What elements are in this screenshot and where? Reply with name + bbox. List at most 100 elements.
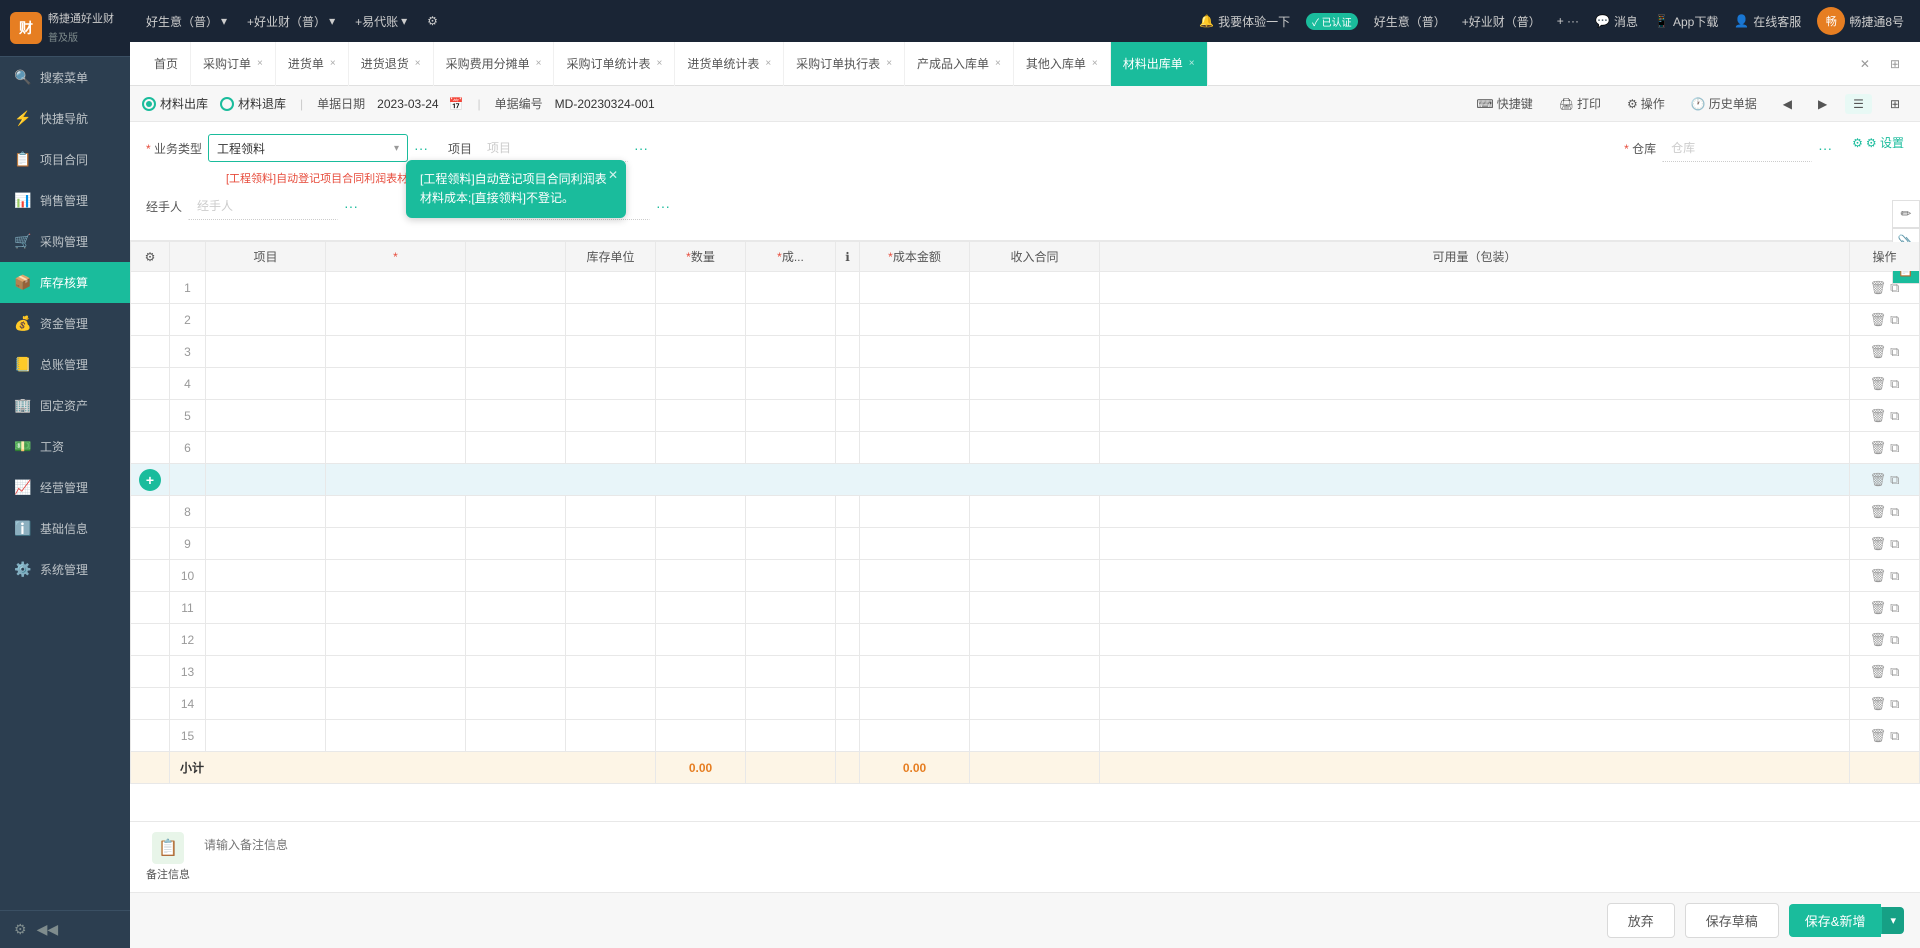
cell-project[interactable]	[206, 592, 326, 624]
header-nav-settings[interactable]: ⚙	[427, 14, 438, 28]
view-btn-grid[interactable]: ⊞	[1882, 94, 1908, 114]
cell-project[interactable]	[206, 496, 326, 528]
cell-cost-amount[interactable]	[860, 720, 970, 752]
cell-cost[interactable]	[746, 656, 836, 688]
cell-income-contract[interactable]	[970, 400, 1100, 432]
delete-row-icon[interactable]: 🗑	[1870, 536, 1887, 552]
header-online-service[interactable]: 👤 在线客服	[1734, 13, 1801, 30]
tab-goods-return[interactable]: 进货退货 ×	[349, 42, 434, 86]
cell-material[interactable]	[326, 496, 466, 528]
cell-income-contract[interactable]	[970, 496, 1100, 528]
cell-qty[interactable]	[656, 720, 746, 752]
cell-cost[interactable]	[746, 272, 836, 304]
sidebar-item-sales[interactable]: 📊 销售管理	[0, 180, 130, 221]
cell-wunit[interactable]	[566, 624, 656, 656]
tab-goods-receipt[interactable]: 进货单 ×	[276, 42, 349, 86]
warehouse-input[interactable]: 仓库	[1662, 134, 1812, 162]
delete-row-icon[interactable]: 🗑	[1870, 568, 1887, 584]
cell-cost-amount[interactable]	[860, 400, 970, 432]
header-nav-haoshengyi[interactable]: 好生意（普） ▾	[146, 13, 227, 30]
copy-row-icon[interactable]: ⧉	[1890, 376, 1899, 392]
tab-purchase-exec[interactable]: 采购订单执行表 ×	[784, 42, 905, 86]
cell-material[interactable]	[326, 400, 466, 432]
settings-button[interactable]: ⚙ ⚙ 设置	[1852, 134, 1904, 151]
copy-row-icon[interactable]: ⧉	[1890, 536, 1899, 552]
sidebar-item-system[interactable]: ⚙️ 系统管理	[0, 549, 130, 590]
cell-wunit[interactable]	[566, 304, 656, 336]
cell-cost[interactable]	[746, 560, 836, 592]
header-message[interactable]: 💬 消息	[1595, 13, 1638, 30]
cell-material[interactable]	[326, 528, 466, 560]
cell-wunit[interactable]	[566, 272, 656, 304]
sidebar-item-project[interactable]: 📋 项目合同	[0, 139, 130, 180]
header-user[interactable]: 畅 畅捷通8号	[1817, 7, 1904, 35]
copy-row-icon[interactable]: ⧉	[1890, 696, 1899, 712]
header-nav-haoyecai[interactable]: +好业财（普） ▾	[247, 13, 335, 30]
cell-cost-amount[interactable]	[860, 304, 970, 336]
cell-project[interactable]	[206, 528, 326, 560]
cell-qty[interactable]	[656, 560, 746, 592]
delete-row-icon[interactable]: 🗑	[1870, 440, 1887, 456]
operations-btn[interactable]: ⚙ 操作	[1619, 92, 1673, 115]
copy-row-icon[interactable]: ⧉	[1890, 472, 1899, 488]
cell-material[interactable]	[326, 560, 466, 592]
radio-return[interactable]: 材料退库	[220, 95, 286, 112]
cell-material[interactable]	[326, 688, 466, 720]
cell-qty[interactable]	[656, 688, 746, 720]
copy-row-icon[interactable]: ⧉	[1890, 728, 1899, 744]
cell-spec[interactable]	[466, 560, 566, 592]
biz-type-select[interactable]: 工程领料 ▾	[208, 134, 408, 162]
tab-material-issue[interactable]: 材料出库单 ×	[1111, 42, 1208, 86]
cell-income-contract[interactable]	[970, 688, 1100, 720]
handler-input[interactable]: 经手人	[188, 192, 338, 220]
cell-qty[interactable]	[656, 304, 746, 336]
cell-spec[interactable]	[466, 528, 566, 560]
cell-cost[interactable]	[746, 400, 836, 432]
copy-row-icon[interactable]: ⧉	[1890, 632, 1899, 648]
cell-material[interactable]	[326, 624, 466, 656]
copy-row-icon[interactable]: ⧉	[1890, 344, 1899, 360]
cell-spec[interactable]	[466, 432, 566, 464]
nav-prev-btn[interactable]: ◀	[1775, 94, 1800, 114]
cell-material[interactable]	[326, 336, 466, 368]
cell-wunit[interactable]	[566, 720, 656, 752]
copy-row-icon[interactable]: ⧉	[1890, 600, 1899, 616]
cell-income-contract[interactable]	[970, 560, 1100, 592]
delete-row-icon[interactable]: 🗑	[1870, 696, 1887, 712]
cell-spec[interactable]	[466, 688, 566, 720]
cell-cost-amount[interactable]	[860, 432, 970, 464]
cell-cost-amount[interactable]	[860, 528, 970, 560]
cell-income-contract[interactable]	[970, 304, 1100, 336]
tab-finished-goods[interactable]: 产成品入库单 ×	[905, 42, 1014, 86]
copy-row-icon[interactable]: ⧉	[1890, 504, 1899, 520]
settings-footer-icon[interactable]: ⚙	[14, 921, 27, 938]
cell-income-contract[interactable]	[970, 656, 1100, 688]
shortcut-btn[interactable]: ⌨ 快捷键	[1468, 92, 1540, 115]
nav-next-btn[interactable]: ▶	[1810, 94, 1835, 114]
cell-cost[interactable]	[746, 496, 836, 528]
copy-row-icon[interactable]: ⧉	[1890, 408, 1899, 424]
cell-wunit[interactable]	[566, 496, 656, 528]
header-experience[interactable]: 🔔 我要体验一下	[1199, 13, 1290, 30]
cell-wunit[interactable]	[566, 400, 656, 432]
tab-close-icon[interactable]: ×	[415, 58, 421, 69]
delete-row-icon[interactable]: 🗑	[1870, 632, 1887, 648]
notes-input[interactable]	[200, 832, 1904, 868]
header-more[interactable]: + ···	[1557, 14, 1579, 28]
tab-home[interactable]: 首页	[142, 42, 191, 86]
cell-project[interactable]	[206, 720, 326, 752]
cell-cost-amount[interactable]	[860, 272, 970, 304]
cell-spec[interactable]	[466, 400, 566, 432]
income-contract-more-icon[interactable]: ···	[656, 198, 670, 214]
cell-spec[interactable]	[466, 304, 566, 336]
save-new-button[interactable]: 保存&新增	[1789, 904, 1882, 937]
cell-project-active[interactable]	[206, 464, 326, 496]
cell-project[interactable]	[206, 336, 326, 368]
cell-material[interactable]	[326, 720, 466, 752]
cell-wunit[interactable]	[566, 688, 656, 720]
cell-cost-amount[interactable]	[860, 688, 970, 720]
sidebar-item-fixed-assets[interactable]: 🏢 固定资产	[0, 385, 130, 426]
cell-wunit[interactable]	[566, 560, 656, 592]
tab-goods-stats[interactable]: 进货单统计表 ×	[675, 42, 784, 86]
tab-purchase-order[interactable]: 采购订单 ×	[191, 42, 276, 86]
